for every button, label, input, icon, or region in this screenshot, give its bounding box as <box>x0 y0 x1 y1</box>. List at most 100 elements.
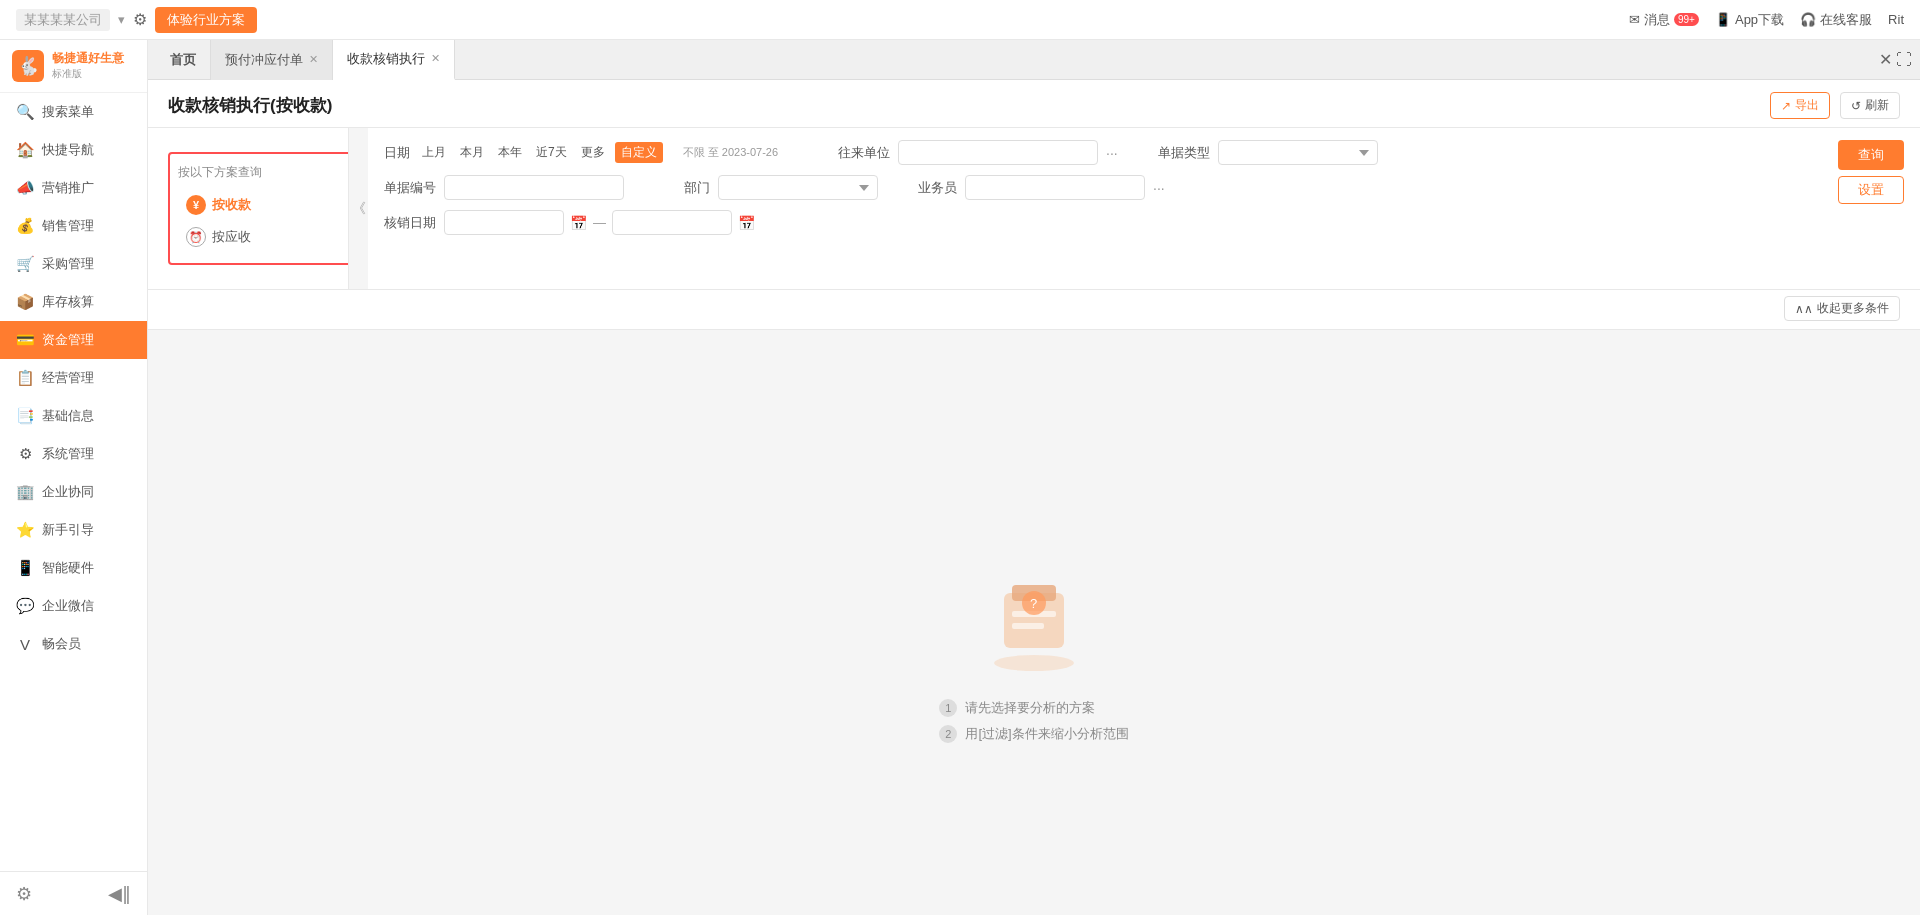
date-range-text-field: 不限 至 2023-07-26 <box>683 145 778 160</box>
sidebar-item-label: 营销推广 <box>42 179 94 197</box>
tab-close-all-button[interactable]: ✕ <box>1879 50 1892 69</box>
filter-collapse-button[interactable]: 《 <box>348 128 368 289</box>
sidebar-item-label: 畅会员 <box>42 635 81 653</box>
enterprise-icon: 🏢 <box>16 483 34 501</box>
doc-number-input[interactable] <box>444 175 624 200</box>
tip-text-1: 请先选择要分析的方案 <box>965 699 1095 717</box>
sidebar-logo: 🐇 畅捷通好生意 标准版 <box>0 40 147 93</box>
verify-date-start-input[interactable]: 2023-03-01 <box>444 210 564 235</box>
doc-type-select[interactable] <box>1218 140 1378 165</box>
tab-bar: 首页 预付冲应付单 ✕ 收款核销执行 ✕ ✕ ⛶ <box>148 40 1920 80</box>
filter-by-receivable[interactable]: ⏰ 按应收 <box>178 221 358 253</box>
refresh-label: 刷新 <box>1865 97 1889 114</box>
tip-num-2: 2 <box>939 725 957 743</box>
sidebar-item-guide[interactable]: ⭐ 新手引导 <box>0 511 147 549</box>
sidebar-item-wechat[interactable]: 💬 企业微信 <box>0 587 147 625</box>
staff-input[interactable] <box>965 175 1145 200</box>
date-this-month[interactable]: 本月 <box>456 142 488 163</box>
settings-icon[interactable]: ⚙ <box>133 10 147 29</box>
staff-field: 业务员 ··· <box>918 175 1165 200</box>
date-more[interactable]: 更多 <box>577 142 609 163</box>
tab-maximize-button[interactable]: ⛶ <box>1896 51 1912 69</box>
chevron-up-icon: ∧∧ <box>1795 302 1813 316</box>
sidebar-item-basic-info[interactable]: 📑 基础信息 <box>0 397 147 435</box>
filter-section-title: 按以下方案查询 <box>178 164 358 181</box>
query-button[interactable]: 查询 <box>1838 140 1904 170</box>
empty-state-image: ? <box>974 563 1094 683</box>
bottom-collapse-icon[interactable]: ◀‖ <box>108 883 131 905</box>
doc-number-field: 单据编号 <box>384 175 624 200</box>
refresh-button[interactable]: ↺ 刷新 <box>1840 92 1900 119</box>
date-last-month[interactable]: 上月 <box>418 142 450 163</box>
tab-prepay[interactable]: 预付冲应付单 ✕ <box>211 40 333 80</box>
tab-receivable-close[interactable]: ✕ <box>431 52 440 65</box>
counterparty-more-icon[interactable]: ··· <box>1106 145 1118 161</box>
verify-date-label: 核销日期 <box>384 214 436 232</box>
date-field: 日期 上月 本月 本年 近7天 更多 自定义 <box>384 142 663 163</box>
bottom-gear-icon[interactable]: ⚙ <box>16 883 32 905</box>
sidebar-item-label: 企业微信 <box>42 597 94 615</box>
date-range-text: 不限 至 2023-07-26 <box>683 145 778 160</box>
industry-button[interactable]: 体验行业方案 <box>155 7 257 33</box>
department-select[interactable] <box>718 175 878 200</box>
date-custom-btn[interactable]: 自定义 <box>615 142 663 163</box>
verify-date-end-input[interactable]: 2023-07-21 <box>612 210 732 235</box>
collapse-more-bar: ∧∧ 收起更多条件 <box>148 290 1920 330</box>
sidebar-item-label: 搜索菜单 <box>42 103 94 121</box>
customer-service-button[interactable]: 🎧 在线客服 <box>1800 11 1872 29</box>
filter-row-1: 日期 上月 本月 本年 近7天 更多 自定义 不限 至 2023-07-26 <box>384 140 1822 165</box>
sidebar-item-enterprise[interactable]: 🏢 企业协同 <box>0 473 147 511</box>
sidebar-item-finance[interactable]: 💳 资金管理 <box>0 321 147 359</box>
user-name[interactable]: Rit <box>1888 12 1904 27</box>
collapse-more-button[interactable]: ∧∧ 收起更多条件 <box>1784 296 1900 321</box>
setting-button[interactable]: 设置 <box>1838 176 1904 204</box>
sidebar-item-hardware[interactable]: 📱 智能硬件 <box>0 549 147 587</box>
date-last-7-days[interactable]: 近7天 <box>532 142 571 163</box>
receivable-icon: ⏰ <box>186 227 206 247</box>
sidebar-item-system[interactable]: ⚙ 系统管理 <box>0 435 147 473</box>
headset-icon: 🎧 <box>1800 12 1816 27</box>
inventory-icon: 📦 <box>16 293 34 311</box>
sidebar-item-label: 库存核算 <box>42 293 94 311</box>
sidebar-item-sales[interactable]: 💰 销售管理 <box>0 207 147 245</box>
sidebar-item-label: 基础信息 <box>42 407 94 425</box>
tab-prepay-label: 预付冲应付单 <box>225 51 303 69</box>
verify-date-start-calendar-icon[interactable]: 📅 <box>570 215 587 231</box>
tab-receivable[interactable]: 收款核销执行 ✕ <box>333 40 455 80</box>
page-title: 收款核销执行(按收款) <box>168 94 332 117</box>
page-header: 收款核销执行(按收款) ↗ 导出 ↺ 刷新 <box>148 80 1920 128</box>
staff-more-icon[interactable]: ··· <box>1153 180 1165 196</box>
app-download-button[interactable]: 📱 App下载 <box>1715 11 1784 29</box>
sidebar-item-quicknav[interactable]: 🏠 快捷导航 <box>0 131 147 169</box>
filter-by-receipt[interactable]: ¥ 按收款 <box>178 189 358 221</box>
tab-home[interactable]: 首页 <box>156 40 211 80</box>
sidebar-item-operations[interactable]: 📋 经营管理 <box>0 359 147 397</box>
sidebar-item-label: 资金管理 <box>42 331 94 349</box>
sidebar-item-label: 系统管理 <box>42 445 94 463</box>
messages-button[interactable]: ✉ 消息 99+ <box>1629 11 1699 29</box>
top-bar: 某某某某公司 ▾ ⚙ 体验行业方案 ✉ 消息 99+ 📱 App下载 🎧 在线客… <box>0 0 1920 40</box>
sidebar-item-label: 经营管理 <box>42 369 94 387</box>
export-label: 导出 <box>1795 97 1819 114</box>
filter-by-receipt-label: 按收款 <box>212 196 251 214</box>
sidebar-item-marketing[interactable]: 📣 营销推广 <box>0 169 147 207</box>
date-shortcuts: 上月 本月 本年 近7天 更多 自定义 <box>418 142 663 163</box>
counterparty-input[interactable] <box>898 140 1098 165</box>
sidebar-item-member[interactable]: V 畅会员 <box>0 625 147 663</box>
sidebar-item-label: 新手引导 <box>42 521 94 539</box>
staff-label: 业务员 <box>918 179 957 197</box>
filter-fields: 日期 上月 本月 本年 近7天 更多 自定义 不限 至 2023-07-26 <box>368 128 1838 289</box>
collapse-more-label: 收起更多条件 <box>1817 300 1889 317</box>
date-this-year[interactable]: 本年 <box>494 142 526 163</box>
tab-prepay-close[interactable]: ✕ <box>309 53 318 66</box>
sales-icon: 💰 <box>16 217 34 235</box>
customer-service-label: 在线客服 <box>1820 11 1872 29</box>
filter-row-3: 核销日期 2023-03-01 📅 — 2023-07-21 📅 <box>384 210 1822 235</box>
verify-date-end-calendar-icon[interactable]: 📅 <box>738 215 755 231</box>
company-dropdown-icon[interactable]: ▾ <box>118 12 125 27</box>
export-button[interactable]: ↗ 导出 <box>1770 92 1830 119</box>
sidebar-item-search[interactable]: 🔍 搜索菜单 <box>0 93 147 131</box>
doc-type-label: 单据类型 <box>1158 144 1210 162</box>
sidebar-item-purchase[interactable]: 🛒 采购管理 <box>0 245 147 283</box>
sidebar-item-inventory[interactable]: 📦 库存核算 <box>0 283 147 321</box>
